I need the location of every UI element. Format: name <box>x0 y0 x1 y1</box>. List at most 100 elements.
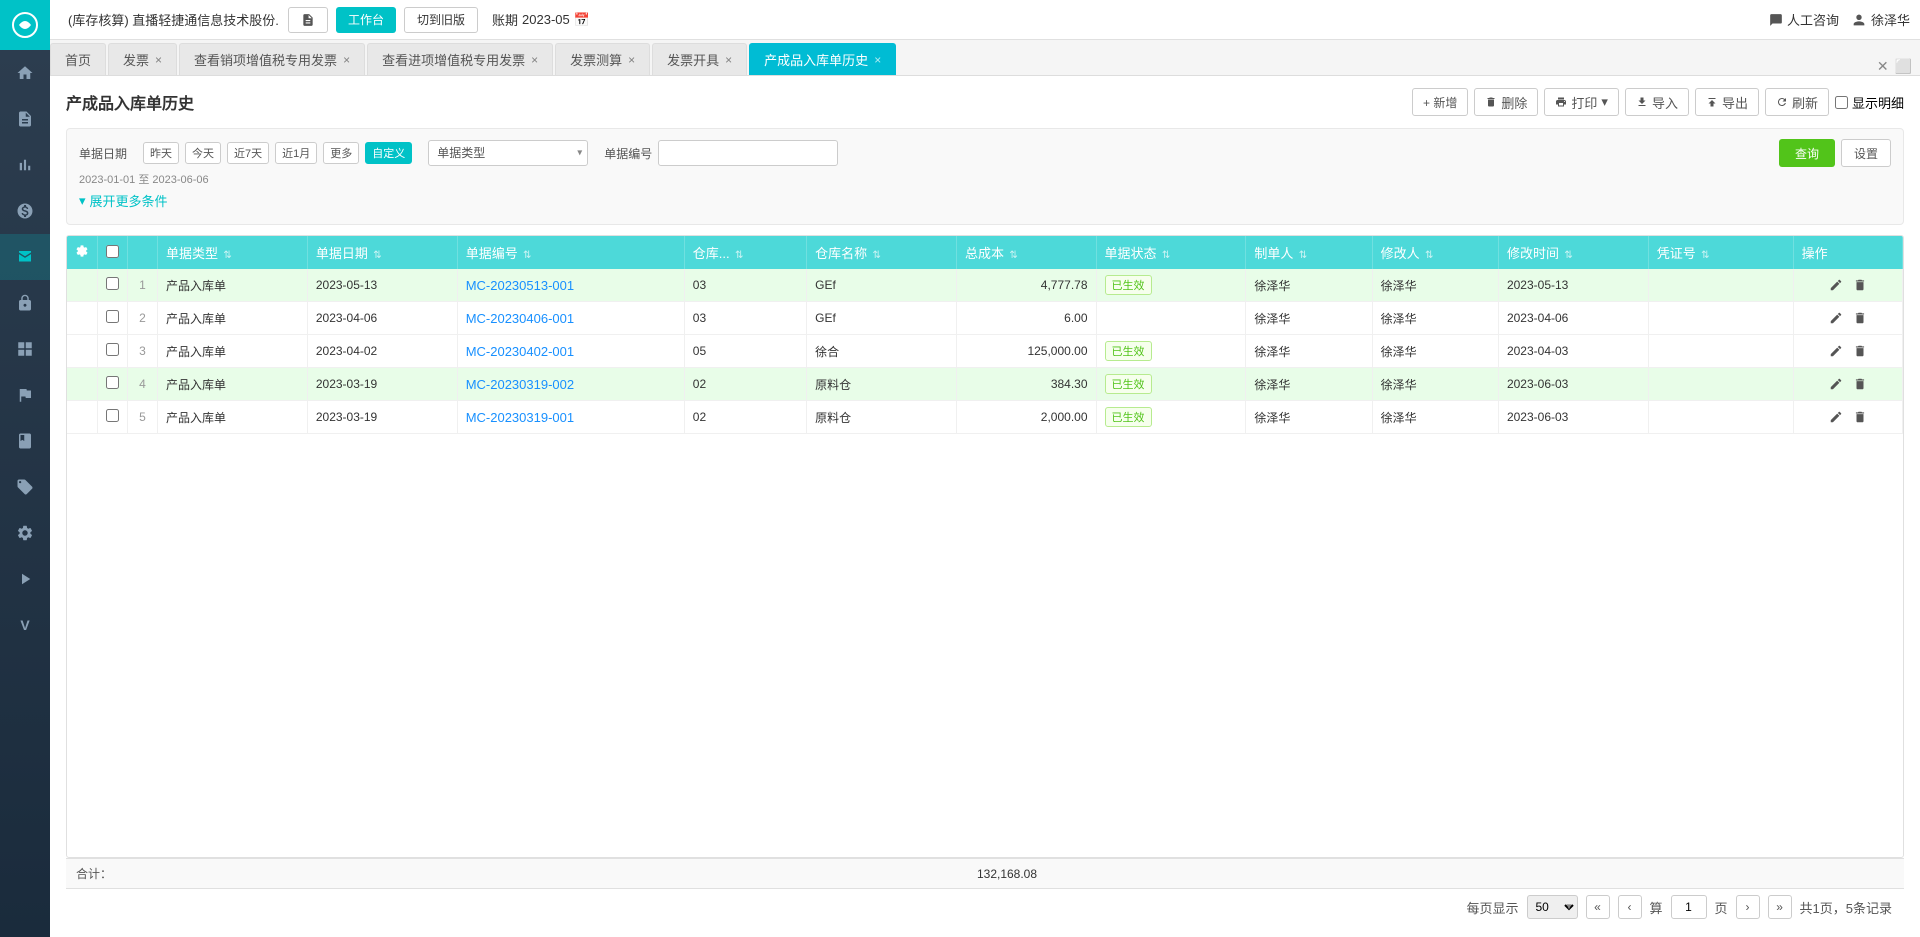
col-warehouse-name[interactable]: 仓库名称 ⇅ <box>807 236 957 269</box>
row-doc-number[interactable]: MC-20230406-001 <box>457 302 684 335</box>
sidebar-item-inventory[interactable] <box>0 234 50 280</box>
tab-invoice-open[interactable]: 发票开具 × <box>652 43 747 75</box>
tab-sales-vat-close[interactable]: × <box>343 53 350 67</box>
row-checkbox[interactable] <box>106 277 119 290</box>
row-checkbox[interactable] <box>106 310 119 323</box>
delete-icon[interactable] <box>1850 407 1870 427</box>
col-doc-type[interactable]: 单据类型 ⇅ <box>158 236 308 269</box>
display-detail-toggle[interactable]: 显示明细 <box>1835 93 1904 112</box>
sidebar-item-doc[interactable] <box>0 96 50 142</box>
doc-type-select[interactable]: 单据类型 <box>428 140 588 166</box>
doc-number-input[interactable] <box>658 140 838 166</box>
sidebar-item-home[interactable] <box>0 50 50 96</box>
date-7days[interactable]: 近7天 <box>227 142 269 164</box>
next-page-button[interactable]: › <box>1736 895 1760 919</box>
workbench-button[interactable]: 工作台 <box>336 7 396 33</box>
col-doc-number[interactable]: 单据编号 ⇅ <box>457 236 684 269</box>
ai-consult[interactable]: 人工咨询 <box>1769 10 1839 29</box>
row-checkbox-cell[interactable] <box>98 401 128 434</box>
select-all-checkbox[interactable] <box>106 245 119 258</box>
sidebar-item-lock[interactable] <box>0 280 50 326</box>
per-page-select[interactable]: 20 50 100 <box>1527 895 1578 919</box>
tab-product-inbound[interactable]: 产成品入库单历史 × <box>749 43 896 75</box>
delete-button[interactable]: 删除 <box>1474 88 1538 116</box>
prev-button[interactable]: 切到旧版 <box>404 7 478 33</box>
setting-button[interactable]: 设置 <box>1841 139 1891 167</box>
row-checkbox[interactable] <box>106 376 119 389</box>
date-today[interactable]: 今天 <box>185 142 221 164</box>
edit-icon[interactable] <box>1826 308 1846 328</box>
col-doc-status[interactable]: 单据状态 ⇅ <box>1096 236 1246 269</box>
sidebar-item-money[interactable] <box>0 188 50 234</box>
sidebar-item-flag[interactable] <box>0 372 50 418</box>
doc-number-link[interactable]: MC-20230319-002 <box>466 377 574 392</box>
doc-number-link[interactable]: MC-20230513-001 <box>466 278 574 293</box>
sidebar-item-play[interactable] <box>0 556 50 602</box>
sidebar-item-stamp[interactable] <box>0 464 50 510</box>
col-settings[interactable] <box>67 236 98 269</box>
row-checkbox-cell[interactable] <box>98 368 128 401</box>
new-button[interactable]: + 新增 <box>1412 88 1468 116</box>
col-creator[interactable]: 制单人 ⇅ <box>1246 236 1372 269</box>
row-doc-number[interactable]: MC-20230319-001 <box>457 401 684 434</box>
row-checkbox-cell[interactable] <box>98 269 128 302</box>
row-checkbox-cell[interactable] <box>98 335 128 368</box>
sidebar-item-v[interactable]: V <box>0 602 50 648</box>
delete-icon[interactable] <box>1850 308 1870 328</box>
doc-button[interactable] <box>288 7 328 33</box>
doc-number-link[interactable]: MC-20230402-001 <box>466 344 574 359</box>
doc-number-link[interactable]: MC-20230406-001 <box>466 311 574 326</box>
edit-icon[interactable] <box>1826 275 1846 295</box>
row-doc-number[interactable]: MC-20230513-001 <box>457 269 684 302</box>
col-warehouse-code[interactable]: 仓库... ⇅ <box>684 236 806 269</box>
sidebar-item-grid[interactable] <box>0 326 50 372</box>
print-button[interactable]: 打印 ▾ <box>1544 88 1619 116</box>
date-yesterday[interactable]: 昨天 <box>143 142 179 164</box>
tab-invoice-open-close[interactable]: × <box>725 53 732 67</box>
row-checkbox[interactable] <box>106 409 119 422</box>
tab-home[interactable]: 首页 <box>50 43 106 75</box>
sidebar-item-book[interactable] <box>0 418 50 464</box>
calendar-icon[interactable]: 📅 <box>574 12 590 28</box>
query-button[interactable]: 查询 <box>1779 139 1835 167</box>
doc-number-link[interactable]: MC-20230319-001 <box>466 410 574 425</box>
expand-filter-btn[interactable]: ▾ 展开更多条件 <box>79 187 1891 214</box>
page-number-input[interactable] <box>1671 895 1707 919</box>
refresh-button[interactable]: 刷新 <box>1765 88 1829 116</box>
edit-icon[interactable] <box>1826 341 1846 361</box>
tab-purchase-vat-close[interactable]: × <box>531 53 538 67</box>
user-menu[interactable]: 徐泽华 <box>1851 10 1910 29</box>
date-custom[interactable]: 自定义 <box>365 142 412 164</box>
row-doc-number[interactable]: MC-20230402-001 <box>457 335 684 368</box>
tab-close-all[interactable]: ✕ <box>1877 58 1889 75</box>
prev-page-button[interactable]: ‹ <box>1618 895 1642 919</box>
display-detail-checkbox[interactable] <box>1835 96 1848 109</box>
app-selector[interactable]: (库存核算) 直播轻捷通信息技术股份... ▾ <box>60 10 280 29</box>
edit-icon[interactable] <box>1826 374 1846 394</box>
col-checkbox[interactable] <box>98 236 128 269</box>
sidebar-item-settings[interactable] <box>0 510 50 556</box>
tab-product-inbound-close[interactable]: × <box>874 53 881 67</box>
row-checkbox[interactable] <box>106 343 119 356</box>
tab-invoice-calc-close[interactable]: × <box>628 53 635 67</box>
export-button[interactable]: 导出 <box>1695 88 1759 116</box>
row-doc-number[interactable]: MC-20230319-002 <box>457 368 684 401</box>
edit-icon[interactable] <box>1826 407 1846 427</box>
col-modifier[interactable]: 修改人 ⇅ <box>1372 236 1498 269</box>
tab-expand[interactable]: ⬜ <box>1895 58 1912 75</box>
col-total-cost[interactable]: 总成本 ⇅ <box>956 236 1096 269</box>
tab-invoice-calc[interactable]: 发票测算 × <box>555 43 650 75</box>
tab-invoice-close[interactable]: × <box>155 53 162 67</box>
date-more[interactable]: 更多 <box>323 142 359 164</box>
delete-icon[interactable] <box>1850 341 1870 361</box>
col-voucher-no[interactable]: 凭证号 ⇅ <box>1648 236 1793 269</box>
tab-purchase-vat[interactable]: 查看进项增值税专用发票 × <box>367 43 553 75</box>
app-logo[interactable] <box>0 0 50 50</box>
date-1month[interactable]: 近1月 <box>275 142 317 164</box>
tab-invoice[interactable]: 发票 × <box>108 43 177 75</box>
delete-icon[interactable] <box>1850 374 1870 394</box>
row-checkbox-cell[interactable] <box>98 302 128 335</box>
delete-icon[interactable] <box>1850 275 1870 295</box>
import-button[interactable]: 导入 <box>1625 88 1689 116</box>
sidebar-item-chart[interactable] <box>0 142 50 188</box>
